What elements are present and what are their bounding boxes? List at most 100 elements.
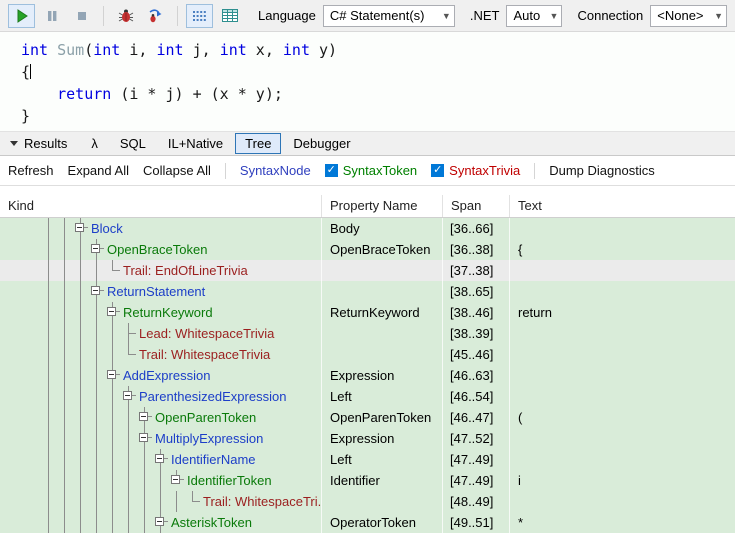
collapse-box-icon[interactable] [139,433,148,442]
pause-button[interactable] [38,4,65,28]
tree-guide-line [72,428,88,449]
dotnet-select[interactable]: Auto ▼ [506,5,562,27]
tree-guide-line [88,449,104,470]
language-select[interactable]: C# Statement(s) ▼ [323,5,455,27]
tree-guide-line [104,449,120,470]
stop-button[interactable] [68,4,95,28]
collapse-all-button[interactable]: Collapse All [143,163,211,178]
tree-guide-line [120,428,136,449]
collapse-box-icon[interactable] [91,286,100,295]
tree-guide-line [56,386,72,407]
span-cell: [38..39] [443,323,510,344]
tree-guide-line [56,239,72,260]
tree-guide-line [56,344,72,365]
span-cell: [46..63] [443,365,510,386]
tab-λ[interactable]: λ [81,133,108,154]
results-panel-toggle[interactable]: Results [6,136,79,151]
tree-row[interactable]: Trail: WhitespaceTrivia[45..46] [0,344,735,365]
run-button[interactable] [8,4,35,28]
kind-cell: IdentifierToken [0,470,322,491]
tree-guide-line [136,449,152,470]
syntaxtoken-toggle[interactable]: ✓SyntaxToken [325,163,417,178]
tree-guide-line [88,260,104,281]
chevron-down-icon: ▼ [550,11,559,21]
collapse-box-icon[interactable] [91,244,100,253]
tab-debugger[interactable]: Debugger [283,133,360,154]
expand-all-button[interactable]: Expand All [68,163,129,178]
collapse-box-icon[interactable] [155,454,164,463]
debug-button[interactable] [112,4,139,28]
code-token: } [21,107,30,125]
results-table-button[interactable] [216,4,243,28]
tree-branch [120,386,136,407]
kind-cell: OpenBraceToken [0,239,322,260]
code-line[interactable]: } [21,105,735,127]
collapse-box-icon[interactable] [123,391,132,400]
tree-row[interactable]: OpenBraceTokenOpenBraceToken[36..38]{ [0,239,735,260]
collapse-box-icon[interactable] [107,370,116,379]
text-cell [510,428,735,449]
tree-row[interactable]: AddExpressionExpression[46..63] [0,365,735,386]
span-cell: [38..65] [443,281,510,302]
connection-select[interactable]: <None> ▼ [650,5,727,27]
text-cell [510,218,735,239]
tree-row[interactable]: IdentifierTokenIdentifier[47..49]i [0,470,735,491]
syntaxtrivia-toggle[interactable]: ✓SyntaxTrivia [431,163,520,178]
connection-label: Connection [577,8,643,23]
tree-guide-line [136,491,152,512]
tab-il-native[interactable]: IL+Native [158,133,233,154]
collapse-box-icon[interactable] [75,223,84,232]
code-line[interactable]: int Sum(int i, int j, int x, int y) [21,39,735,61]
toolbar-separator [177,6,178,26]
tree-guide-line [88,470,104,491]
tree-row[interactable]: MultiplyExpressionExpression[47..52] [0,428,735,449]
tree-row[interactable]: ParenthesizedExpressionLeft[46..54] [0,386,735,407]
chevron-down-icon: ▼ [714,11,723,21]
tree-row[interactable]: Lead: WhitespaceTrivia[38..39] [0,323,735,344]
linqpad-window: Language C# Statement(s) ▼ .NET Auto ▼ C… [0,0,735,533]
property-name-cell: Body [322,218,443,239]
node-kind-label: ParenthesizedExpression [136,386,286,407]
property-name-cell: ReturnKeyword [322,302,443,323]
tree-guide-line [88,365,104,386]
collapse-box-icon[interactable] [171,475,180,484]
tree-row[interactable]: AsteriskTokenOperatorToken[49..51]* [0,512,735,533]
code-line[interactable]: return (i * j) + (x * y); [21,83,735,105]
tab-tree[interactable]: Tree [235,133,281,154]
attach-debugger-button[interactable] [142,4,169,28]
chevron-down-icon: ▼ [442,11,451,21]
property-name-cell [322,260,443,281]
code-line[interactable]: { [21,61,735,83]
tree-row[interactable]: Trail: EndOfLineTrivia[37..38] [0,260,735,281]
node-kind-label: ReturnStatement [104,281,205,302]
tree-guide-line [168,491,184,512]
code-editor[interactable]: int Sum(int i, int j, int x, int y){ ret… [0,32,735,132]
tree-guide-line [104,323,120,344]
collapse-box-icon[interactable] [107,307,116,316]
text-cell: return [510,302,735,323]
span-cell: [47..49] [443,449,510,470]
syntaxnode-button[interactable]: SyntaxNode [240,163,311,178]
kind-cell: Trail: WhitespaceTrivia [0,344,322,365]
syntax-tree-grid: KindProperty NameSpanText BlockBody[36..… [0,195,735,533]
span-cell: [46..47] [443,407,510,428]
tree-row[interactable]: Trail: WhitespaceTri...[48..49] [0,491,735,512]
tree-row[interactable]: BlockBody[36..66] [0,218,735,239]
tab-sql[interactable]: SQL [110,133,156,154]
dump-diagnostics-button[interactable]: Dump Diagnostics [549,163,655,178]
results-tabbar: Results λSQLIL+NativeTreeDebugger [0,132,735,156]
tree-row[interactable]: ReturnStatement [38..65] [0,281,735,302]
language-select-value: C# Statement(s) [330,8,437,23]
tree-guide-line [120,512,136,533]
tree-row[interactable]: OpenParenTokenOpenParenToken[46..47]( [0,407,735,428]
refresh-button[interactable]: Refresh [8,163,54,178]
collapse-box-icon[interactable] [155,517,164,526]
results-grid-toggle-button[interactable] [186,4,213,28]
tree-guide-line [72,302,88,323]
tree-row[interactable]: ReturnKeywordReturnKeyword[38..46]return [0,302,735,323]
span-cell: [46..54] [443,386,510,407]
collapse-box-icon[interactable] [139,412,148,421]
text-cell: * [510,512,735,533]
tree-row[interactable]: IdentifierNameLeft[47..49] [0,449,735,470]
tree-guide-line [56,470,72,491]
